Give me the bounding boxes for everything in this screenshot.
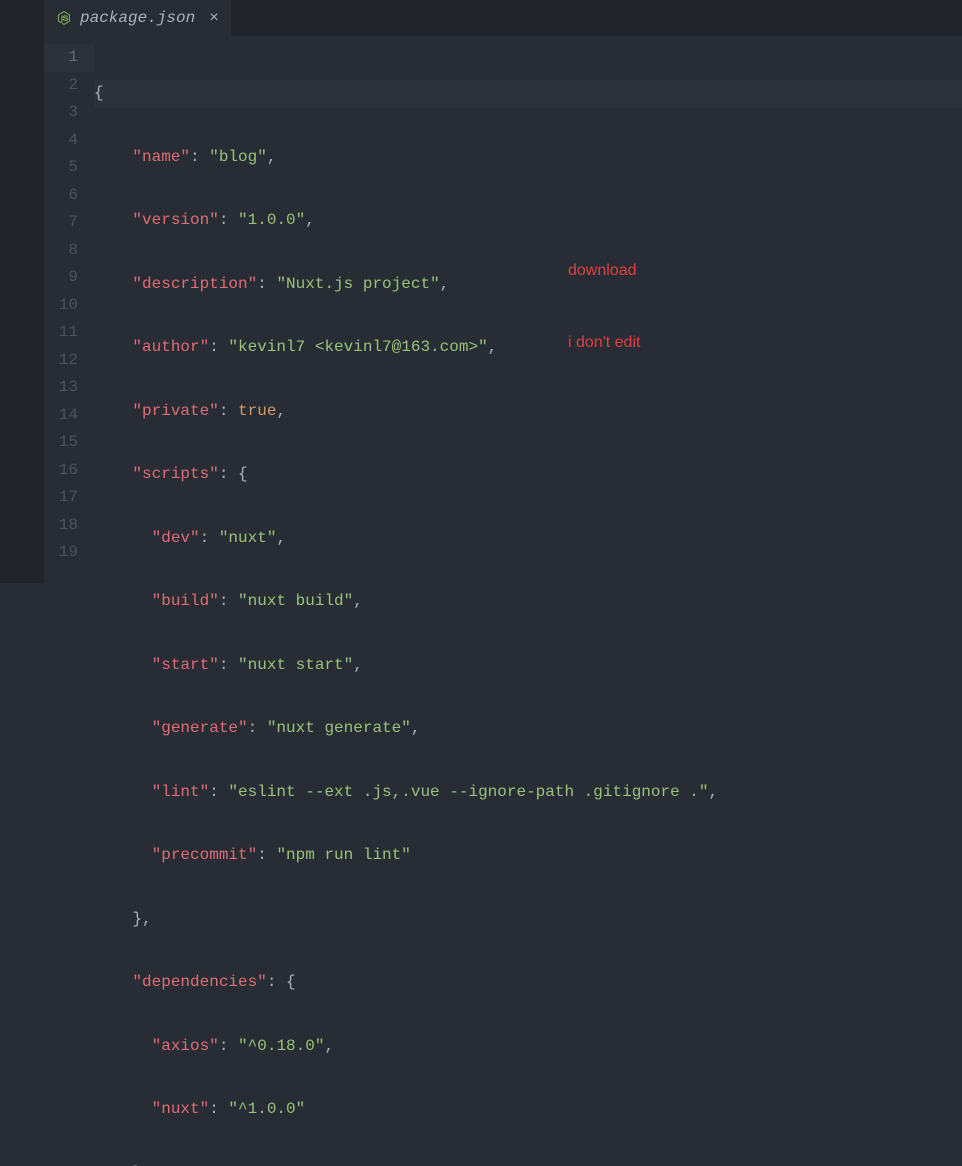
line-number: 1 <box>44 44 94 72</box>
line-number: 4 <box>44 127 94 155</box>
code-line: "author": "kevinl7 <kevinl7@163.com>", <box>94 334 962 362</box>
code-editor[interactable]: 1 2 3 4 5 6 7 8 9 10 11 12 13 14 15 16 1… <box>0 36 962 583</box>
line-number-gutter: 1 2 3 4 5 6 7 8 9 10 11 12 13 14 15 16 1… <box>44 36 94 583</box>
line-number: 9 <box>44 264 94 292</box>
annotation-overlay: download i don't edit <box>568 211 640 403</box>
line-number: 7 <box>44 209 94 237</box>
nodejs-icon <box>56 10 72 26</box>
code-line: { <box>94 80 962 108</box>
tab-filename: package.json <box>80 9 195 27</box>
line-number: 10 <box>44 292 94 320</box>
line-number: 18 <box>44 512 94 540</box>
code-line: "version": "1.0.0", <box>94 207 962 235</box>
close-icon[interactable]: × <box>209 9 219 27</box>
code-line: "generate": "nuxt generate", <box>94 715 962 743</box>
tab-package-json[interactable]: package.json × <box>44 0 231 36</box>
line-number: 8 <box>44 237 94 265</box>
code-line: "start": "nuxt start", <box>94 652 962 680</box>
code-content[interactable]: { "name": "blog", "version": "1.0.0", "d… <box>94 36 962 583</box>
line-number: 6 <box>44 182 94 210</box>
code-line: "precommit": "npm run lint" <box>94 842 962 870</box>
code-line: }, <box>94 906 962 934</box>
line-number: 15 <box>44 429 94 457</box>
tab-bar: package.json × <box>0 0 962 36</box>
code-line: "description": "Nuxt.js project", <box>94 271 962 299</box>
code-line: "axios": "^0.18.0", <box>94 1033 962 1061</box>
code-line: "lint": "eslint --ext .js,.vue --ignore-… <box>94 779 962 807</box>
code-line: "nuxt": "^1.0.0" <box>94 1096 962 1124</box>
code-line: "private": true, <box>94 398 962 426</box>
line-number: 16 <box>44 457 94 485</box>
line-number: 11 <box>44 319 94 347</box>
code-line: "scripts": { <box>94 461 962 489</box>
annotation-text: i don't edit <box>568 331 640 355</box>
line-number: 19 <box>44 539 94 567</box>
line-number: 3 <box>44 99 94 127</box>
code-line: "dependencies": { <box>94 969 962 997</box>
code-line: }, <box>94 1160 962 1166</box>
line-number: 2 <box>44 72 94 100</box>
line-number: 14 <box>44 402 94 430</box>
line-number: 13 <box>44 374 94 402</box>
line-number: 17 <box>44 484 94 512</box>
code-line: "name": "blog", <box>94 144 962 172</box>
code-line: "build": "nuxt build", <box>94 588 962 616</box>
editor-left-panel <box>0 36 44 583</box>
annotation-text: download <box>568 259 640 283</box>
line-number: 5 <box>44 154 94 182</box>
code-line: "dev": "nuxt", <box>94 525 962 553</box>
line-number: 12 <box>44 347 94 375</box>
